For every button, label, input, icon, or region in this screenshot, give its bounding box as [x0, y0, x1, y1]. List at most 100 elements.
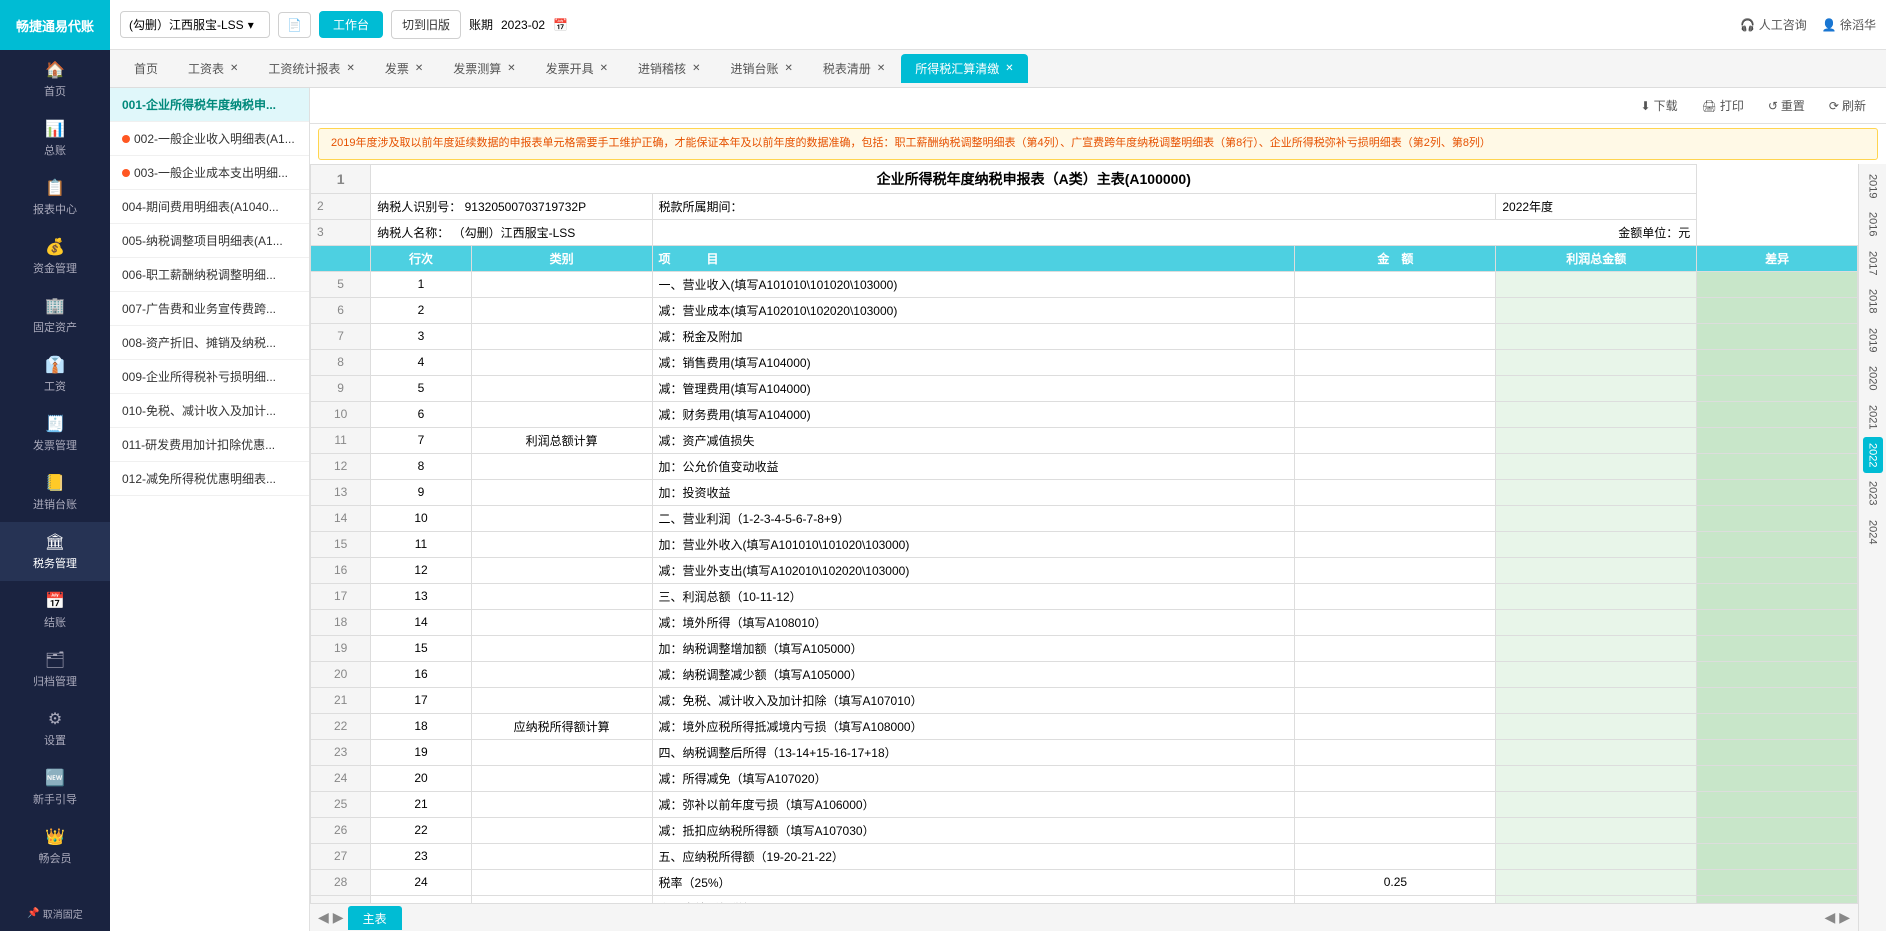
cell-amount[interactable]	[1295, 687, 1496, 713]
sidebar-item-settings[interactable]: ⚙ 设置	[0, 699, 110, 758]
close-icon[interactable]: ✕	[230, 63, 238, 74]
cell-diff[interactable]	[1697, 427, 1858, 453]
tab-invoice-calc[interactable]: 发票测算 ✕	[439, 54, 529, 83]
cell-category[interactable]	[471, 297, 652, 323]
cell-diff[interactable]	[1697, 635, 1858, 661]
cell-amount[interactable]	[1295, 635, 1496, 661]
workbench-button[interactable]: 工作台	[319, 11, 383, 38]
cell-category[interactable]	[471, 869, 652, 895]
cell-rownum[interactable]: 8	[371, 453, 471, 479]
cell-amount[interactable]	[1295, 297, 1496, 323]
cell-category[interactable]: 应纳税所得额计算	[471, 713, 652, 739]
cell-category[interactable]	[471, 817, 652, 843]
cell-profit[interactable]	[1496, 843, 1697, 869]
sidebar-item-invoice[interactable]: 🧾 发票管理	[0, 404, 110, 463]
sidebar-item-close-accounts[interactable]: 📅 结账	[0, 581, 110, 640]
cell-amount[interactable]	[1295, 401, 1496, 427]
reset-button[interactable]: ↺ 重置	[1760, 94, 1813, 117]
cell-category[interactable]	[471, 453, 652, 479]
cell-rownum[interactable]: 3	[371, 323, 471, 349]
cell-amount[interactable]	[1295, 557, 1496, 583]
cell-rownum[interactable]: 10	[371, 505, 471, 531]
cell-item[interactable]: 减：销售费用(填写A104000)	[652, 349, 1295, 375]
cell-category[interactable]	[471, 479, 652, 505]
scroll-right-arrow[interactable]: ▶	[333, 909, 344, 926]
cell-rownum[interactable]: 24	[371, 869, 471, 895]
cell-diff[interactable]	[1697, 817, 1858, 843]
left-panel-item-003[interactable]: 003-一般企业成本支出明细...	[110, 156, 309, 190]
left-panel-item-001[interactable]: 001-企业所得税年度纳税申...	[110, 88, 309, 122]
cell-profit[interactable]	[1496, 791, 1697, 817]
cell-amount[interactable]	[1295, 583, 1496, 609]
cell-item[interactable]: 二、营业利润（1-2-3-4-5-6-7-8+9）	[652, 505, 1295, 531]
scroll-left-arrow[interactable]: ◀	[318, 909, 329, 926]
left-panel-item-006[interactable]: 006-职工薪酬纳税调整明细...	[110, 258, 309, 292]
cell-rownum[interactable]: 16	[371, 661, 471, 687]
cell-category[interactable]	[471, 765, 652, 791]
cell-profit[interactable]	[1496, 531, 1697, 557]
company-selector[interactable]: (勾删）江西服宝-LSS ▾	[120, 11, 270, 38]
close-icon[interactable]: ✕	[507, 63, 515, 74]
cell-amount[interactable]: 0.25	[1295, 869, 1496, 895]
cell-rownum[interactable]: 18	[371, 713, 471, 739]
left-panel-item-008[interactable]: 008-资产折旧、摊销及纳税...	[110, 326, 309, 360]
cell-category[interactable]	[471, 505, 652, 531]
tab-invoice-issue[interactable]: 发票开具 ✕	[532, 54, 622, 83]
cell-item[interactable]: 加：投资收益	[652, 479, 1295, 505]
ai-consult[interactable]: 🎧 人工咨询	[1740, 16, 1806, 33]
cell-profit[interactable]	[1496, 349, 1697, 375]
cell-amount[interactable]	[1295, 505, 1496, 531]
cell-diff[interactable]	[1697, 687, 1858, 713]
cell-item[interactable]: 加：公允价值变动收益	[652, 453, 1295, 479]
cell-rownum[interactable]: 6	[371, 401, 471, 427]
cell-rownum[interactable]: 25	[371, 895, 471, 903]
cell-rownum[interactable]: 20	[371, 765, 471, 791]
cell-rownum[interactable]: 11	[371, 531, 471, 557]
cell-profit[interactable]	[1496, 297, 1697, 323]
year-item-2021[interactable]: 2021	[1863, 399, 1883, 435]
cell-profit[interactable]	[1496, 427, 1697, 453]
cell-category[interactable]	[471, 375, 652, 401]
cell-profit[interactable]	[1496, 661, 1697, 687]
user-avatar[interactable]: 👤 徐滔华	[1822, 16, 1876, 33]
cell-rownum[interactable]: 12	[371, 557, 471, 583]
cell-item[interactable]: 减：免税、减计收入及加计扣除（填写A107010）	[652, 687, 1295, 713]
tab-invoice[interactable]: 发票 ✕	[371, 54, 437, 83]
year-item-2018[interactable]: 2018	[1863, 283, 1883, 319]
cell-category[interactable]	[471, 739, 652, 765]
cell-rownum[interactable]: 23	[371, 843, 471, 869]
cell-item[interactable]: 减：所得减免（填写A107020）	[652, 765, 1295, 791]
cell-profit[interactable]	[1496, 739, 1697, 765]
sidebar-item-guide[interactable]: 🆕 新手引导	[0, 758, 110, 817]
year-item-2020[interactable]: 2020	[1863, 360, 1883, 396]
tab-income-tax[interactable]: 所得税汇算清缴 ✕	[901, 54, 1027, 83]
print-button[interactable]: 🖨 打印	[1694, 94, 1752, 117]
cell-item[interactable]: 加：营业外收入(填写A101010\101020\103000)	[652, 531, 1295, 557]
cell-diff[interactable]	[1697, 713, 1858, 739]
tab-payroll[interactable]: 工资表 ✕	[174, 54, 252, 83]
cell-amount[interactable]	[1295, 375, 1496, 401]
cell-profit[interactable]	[1496, 869, 1697, 895]
cell-diff[interactable]	[1697, 869, 1858, 895]
cell-amount[interactable]	[1295, 531, 1496, 557]
cell-diff[interactable]	[1697, 505, 1858, 531]
cell-diff[interactable]	[1697, 375, 1858, 401]
cell-diff[interactable]	[1697, 401, 1858, 427]
cell-category[interactable]	[471, 661, 652, 687]
cell-amount[interactable]	[1295, 479, 1496, 505]
cell-item[interactable]: 减：抵扣应纳税所得额（填写A107030）	[652, 817, 1295, 843]
cell-category[interactable]	[471, 557, 652, 583]
close-icon[interactable]: ✕	[415, 63, 423, 74]
close-icon[interactable]: ✕	[784, 63, 792, 74]
cell-amount[interactable]	[1295, 271, 1496, 297]
left-panel-item-005[interactable]: 005-纳税调整项目明细表(A1...	[110, 224, 309, 258]
cell-item[interactable]: 减：纳税调整减少额（填写A105000）	[652, 661, 1295, 687]
cell-category[interactable]	[471, 323, 652, 349]
left-panel-item-009[interactable]: 009-企业所得税补亏损明细...	[110, 360, 309, 394]
cell-rownum[interactable]: 21	[371, 791, 471, 817]
cell-item[interactable]: 减：境外应税所得抵减境内亏损（填写A108000）	[652, 713, 1295, 739]
cell-rownum[interactable]: 1	[371, 271, 471, 297]
year-item-2024[interactable]: 2024	[1863, 514, 1883, 550]
cell-rownum[interactable]: 15	[371, 635, 471, 661]
unpin-button[interactable]: 📌 取消固定	[27, 906, 82, 921]
